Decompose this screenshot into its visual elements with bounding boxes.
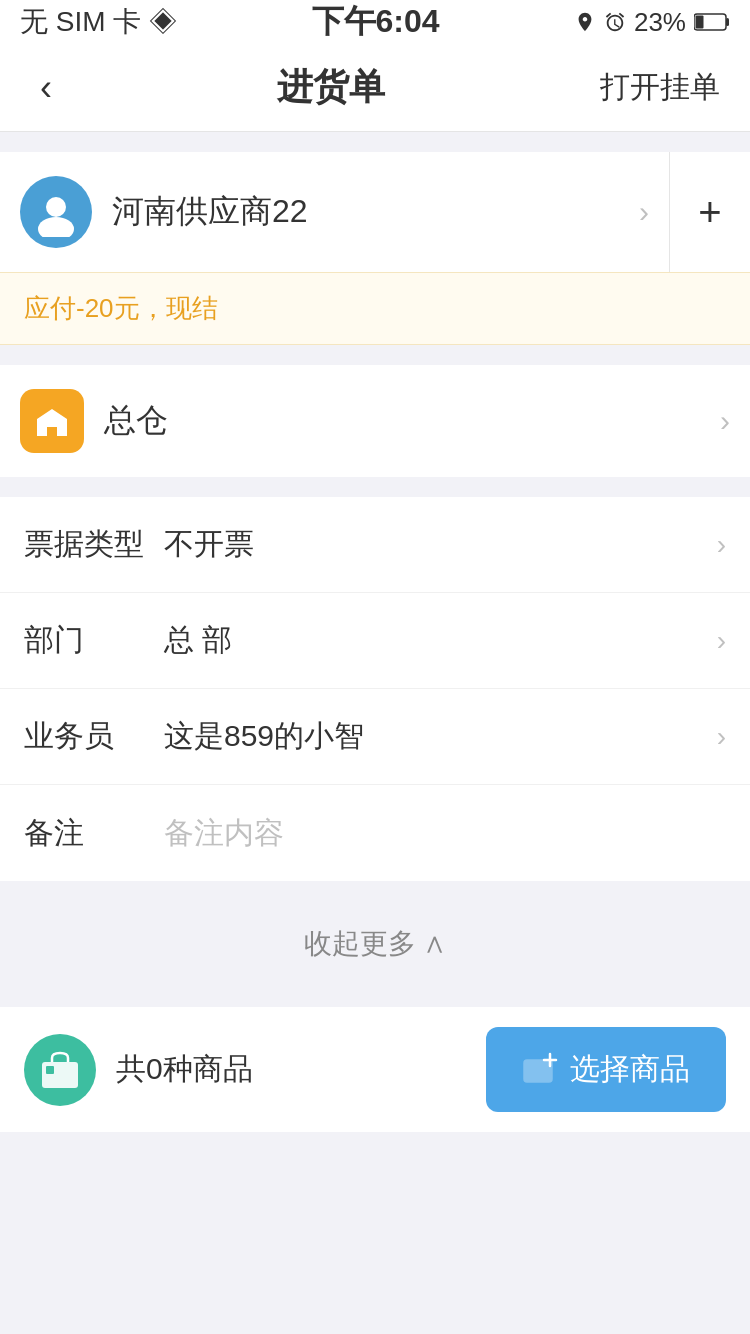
select-product-label: 选择商品 [570,1049,690,1090]
remark-input[interactable]: 备注内容 [164,813,726,854]
invoice-value: 不开票 [164,524,717,565]
remark-label: 备注 [24,813,164,854]
product-icon-container [24,1034,96,1106]
supplier-selector[interactable]: 河南供应商22 › [0,152,670,272]
page-background [0,1132,750,1334]
svg-point-4 [38,217,74,237]
alarm-icon [604,11,626,33]
warehouse-chevron-icon: › [720,404,730,438]
supplier-name: 河南供应商22 [112,190,629,234]
collapse-label: 收起更多 ∧ [304,925,447,963]
svg-rect-5 [49,429,55,436]
department-label: 部门 [24,620,164,661]
add-supplier-button[interactable]: + [670,166,750,259]
battery-level: 23% [634,7,686,38]
warehouse-section[interactable]: 总仓 › [0,365,750,477]
status-time: 下午6:04 [312,0,440,44]
department-chevron-icon: › [717,625,726,657]
location-icon [574,11,596,33]
open-pending-button[interactable]: 打开挂单 [600,67,720,108]
product-count: 共0种商品 [116,1049,466,1090]
nav-bar: ‹ 进货单 打开挂单 [0,44,750,132]
invoice-label: 票据类型 [24,524,164,565]
supplier-avatar [20,176,92,248]
product-icon [38,1048,82,1092]
salesman-label: 业务员 [24,716,164,757]
supplier-chevron-icon: › [639,195,649,229]
invoice-chevron-icon: › [717,529,726,561]
back-button[interactable]: ‹ [30,57,62,119]
status-right: 23% [574,7,730,38]
salesman-value: 这是859的小智 [164,716,717,757]
svg-rect-6 [42,1062,78,1088]
bottom-bar: 共0种商品 选择商品 [0,1007,750,1132]
svg-rect-2 [726,18,729,26]
select-product-button[interactable]: 选择商品 [486,1027,726,1112]
remark-row[interactable]: 备注 备注内容 [0,785,750,881]
supplier-section: 河南供应商22 › + [0,152,750,272]
salesman-row[interactable]: 业务员 这是859的小智 › [0,689,750,785]
select-product-icon [522,1052,558,1088]
status-bar: 无 SIM 卡 ◈ 下午6:04 23% [0,0,750,44]
invoice-row[interactable]: 票据类型 不开票 › [0,497,750,593]
notice-text: 应付-20元，现结 [24,293,218,323]
status-left: 无 SIM 卡 ◈ [20,3,177,41]
warehouse-icon-container [20,389,84,453]
warehouse-name: 总仓 [104,399,710,443]
svg-rect-1 [696,16,704,29]
department-row[interactable]: 部门 总 部 › [0,593,750,689]
warehouse-icon [32,401,72,441]
top-divider [0,132,750,152]
svg-point-3 [46,197,66,217]
form-section: 票据类型 不开票 › 部门 总 部 › 业务员 这是859的小智 › 备注 备注… [0,497,750,881]
svg-rect-7 [46,1066,54,1074]
department-value: 总 部 [164,620,717,661]
page-title: 进货单 [277,63,385,112]
collapse-button[interactable]: 收起更多 ∧ [0,901,750,987]
svg-rect-8 [524,1060,552,1082]
salesman-chevron-icon: › [717,721,726,753]
battery-icon [694,12,730,32]
notice-banner: 应付-20元，现结 [0,272,750,345]
